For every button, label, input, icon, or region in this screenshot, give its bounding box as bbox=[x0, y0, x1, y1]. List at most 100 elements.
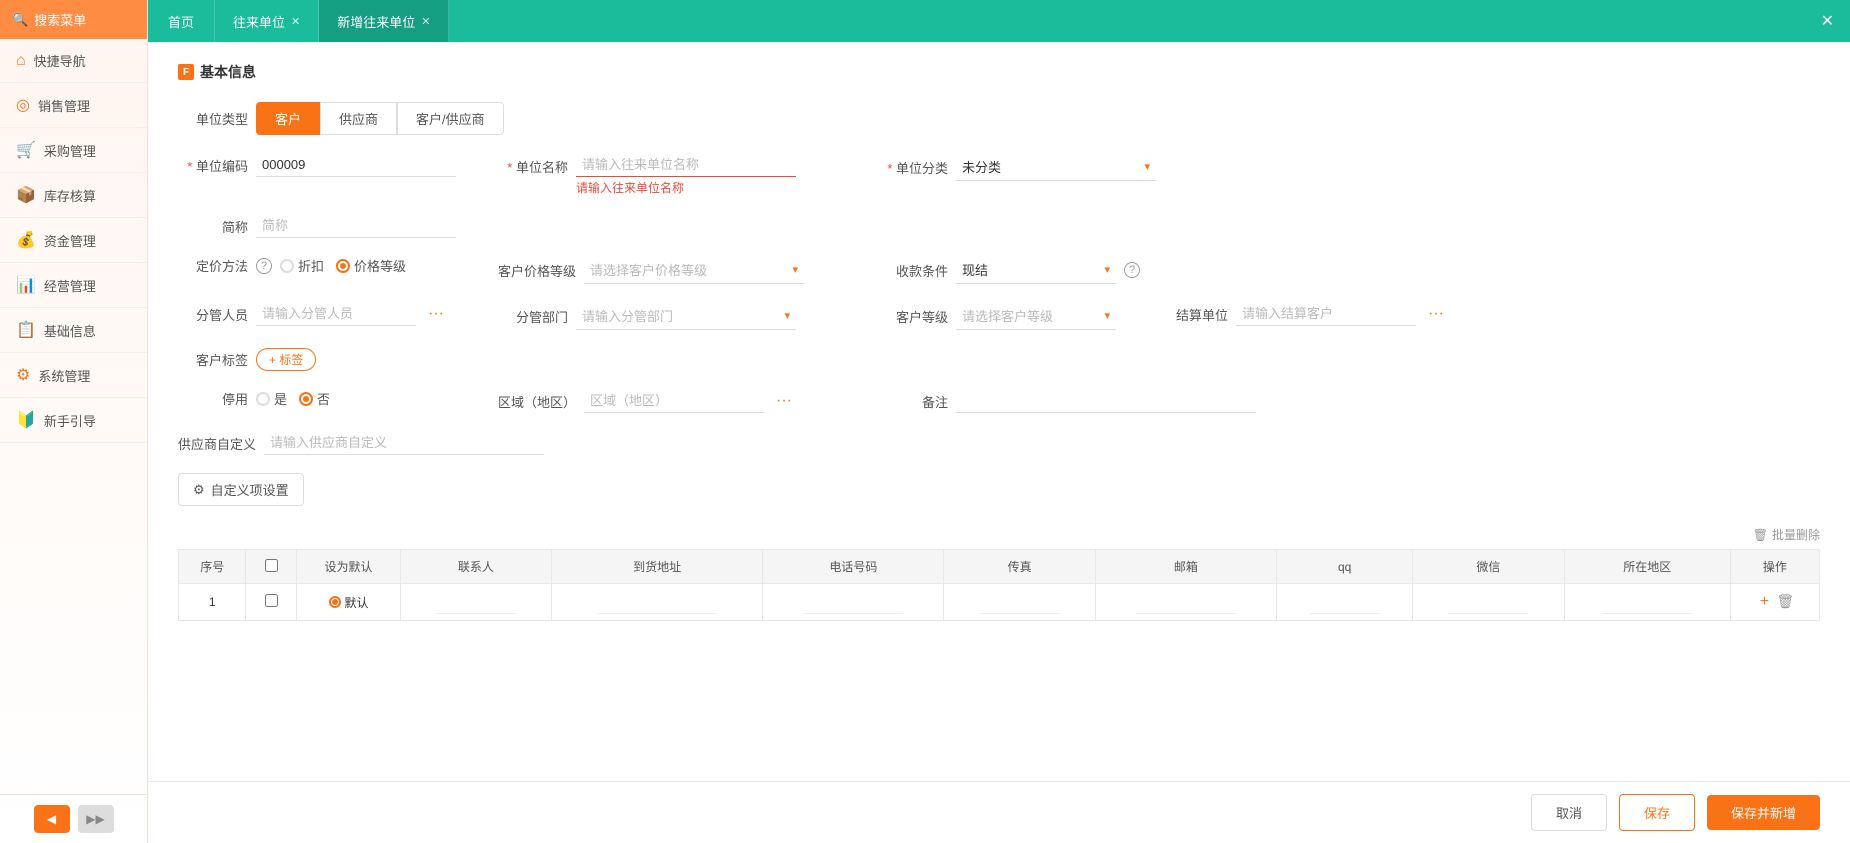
section-title: F 基本信息 bbox=[178, 62, 1820, 82]
row-delete-btn[interactable]: 🗑 bbox=[1776, 593, 1794, 609]
short-name-group: 简称 bbox=[178, 214, 498, 238]
email-input[interactable] bbox=[1136, 590, 1236, 614]
customer-price-label: 客户价格等级 bbox=[498, 261, 576, 280]
customer-tag-row: 客户标签 + 标签 bbox=[178, 348, 1820, 371]
customer-price-chevron: ▾ bbox=[792, 263, 798, 276]
add-tag-button[interactable]: + 标签 bbox=[256, 348, 316, 371]
col-contact: 联系人 bbox=[400, 550, 551, 584]
tab-home[interactable]: 首页 bbox=[148, 0, 215, 42]
unit-name-input[interactable] bbox=[576, 153, 796, 177]
sidebar-item-finance[interactable]: 💰 资金管理 bbox=[0, 218, 147, 263]
pricing-radio-level-label: 价格等级 bbox=[354, 256, 406, 275]
phone-input[interactable] bbox=[803, 590, 903, 614]
unit-type-row: 单位类型 客户 供应商 客户/供应商 bbox=[178, 102, 1820, 135]
unit-btn-customer[interactable]: 客户 bbox=[256, 102, 320, 135]
col-fax: 传真 bbox=[944, 550, 1095, 584]
sidebar-collapse-btn[interactable]: ◀ bbox=[34, 805, 70, 833]
settlement-label: 结算单位 bbox=[1158, 305, 1228, 324]
unit-code-input[interactable] bbox=[256, 153, 456, 177]
payment-terms-help-icon[interactable]: ? bbox=[1124, 262, 1140, 278]
disabled-yes-circle bbox=[256, 392, 270, 406]
save-button[interactable]: 保存 bbox=[1619, 794, 1695, 831]
sidebar-expand-btn[interactable]: ▶▶ bbox=[78, 805, 114, 833]
custom-settings-row: ⚙ 自定义项设置 bbox=[178, 473, 1820, 506]
supervisor-input[interactable] bbox=[256, 302, 416, 326]
wechat-input[interactable] bbox=[1448, 590, 1528, 614]
supervisor-more-btn[interactable]: ··· bbox=[424, 305, 448, 323]
unit-btn-supplier[interactable]: 供应商 bbox=[320, 102, 397, 135]
pricing-help-icon[interactable]: ? bbox=[256, 258, 272, 274]
pricing-row: 定价方法 ? 折扣 价格等级 客户价格等级 请选择客户价格等级 bbox=[178, 256, 1820, 284]
disabled-radio-group: 是 否 bbox=[256, 389, 330, 408]
disabled-no[interactable]: 否 bbox=[299, 389, 330, 408]
save-new-button[interactable]: 保存并新增 bbox=[1707, 795, 1820, 830]
batch-delete-label: 批量删除 bbox=[1772, 526, 1820, 543]
pricing-radio-level[interactable]: 价格等级 bbox=[336, 256, 406, 275]
sidebar-item-guide[interactable]: 🔰 新手引导 bbox=[0, 398, 147, 443]
sidebar-item-basic-info[interactable]: 📋 基础信息 bbox=[0, 308, 147, 353]
close-all-tabs-button[interactable]: ✕ bbox=[1805, 11, 1850, 31]
region-more-btn[interactable]: ··· bbox=[772, 392, 796, 410]
guide-icon: 🔰 bbox=[16, 410, 36, 430]
customer-level-select[interactable]: 请选择客户等级 ▾ bbox=[956, 302, 1116, 330]
purchase-icon: 🛒 bbox=[16, 140, 36, 160]
disabled-yes[interactable]: 是 bbox=[256, 389, 287, 408]
remarks-group: 备注 bbox=[878, 389, 1820, 413]
row-email bbox=[1095, 584, 1276, 621]
col-wechat: 微信 bbox=[1413, 550, 1564, 584]
code-name-category-row: 单位编码 单位名称 请输入往来单位名称 单位分类 未分类 ▾ bbox=[178, 153, 1820, 196]
batch-delete-button[interactable]: 🗑 批量删除 bbox=[1753, 526, 1820, 543]
disabled-no-circle bbox=[299, 392, 313, 406]
disabled-yes-label: 是 bbox=[274, 389, 287, 408]
tab-new-contact[interactable]: 新增往来单位 ✕ bbox=[319, 0, 449, 42]
custom-settings-button[interactable]: ⚙ 自定义项设置 bbox=[178, 473, 304, 506]
sidebar-item-system[interactable]: ⚙ 系统管理 bbox=[0, 353, 147, 398]
default-radio-circle[interactable] bbox=[329, 596, 341, 608]
sidebar-item-purchase[interactable]: 🛒 采购管理 bbox=[0, 128, 147, 173]
inventory-icon: 📦 bbox=[16, 185, 36, 205]
address-input[interactable] bbox=[597, 590, 717, 614]
table-header-row: 序号 设为默认 联系人 到货地址 电话号码 传真 邮箱 qq 微信 所在地区 操… bbox=[179, 550, 1820, 584]
short-name-input[interactable] bbox=[256, 214, 456, 238]
col-default: 设为默认 bbox=[297, 550, 400, 584]
unit-category-label: 单位分类 bbox=[878, 158, 948, 177]
unit-code-group: 单位编码 bbox=[178, 153, 498, 177]
unit-category-select[interactable]: 未分类 ▾ bbox=[956, 153, 1156, 181]
cancel-button[interactable]: 取消 bbox=[1531, 794, 1607, 831]
customer-price-select[interactable]: 请选择客户价格等级 ▾ bbox=[584, 256, 804, 284]
sidebar-item-operations[interactable]: 📊 经营管理 bbox=[0, 263, 147, 308]
qq-input[interactable] bbox=[1310, 590, 1380, 614]
tab-contacts-close[interactable]: ✕ bbox=[291, 15, 300, 28]
search-icon: 🔍 bbox=[12, 12, 28, 28]
payment-terms-select[interactable]: 现结 ▾ bbox=[956, 256, 1116, 284]
row-add-btn[interactable]: + bbox=[1760, 593, 1769, 610]
unit-code-label: 单位编码 bbox=[178, 156, 248, 175]
settlement-more-btn[interactable]: ··· bbox=[1424, 305, 1448, 323]
remarks-input[interactable] bbox=[956, 389, 1256, 413]
tab-new-contact-close[interactable]: ✕ bbox=[421, 15, 430, 28]
region-group: 区域（地区） ··· bbox=[498, 389, 878, 413]
unit-category-chevron: ▾ bbox=[1144, 160, 1150, 173]
unit-category-group: 单位分类 未分类 ▾ bbox=[878, 153, 1198, 181]
supplier-custom-input[interactable] bbox=[264, 431, 544, 455]
tab-contacts[interactable]: 往来单位 ✕ bbox=[215, 0, 319, 42]
sidebar-item-sales[interactable]: ◎ 销售管理 bbox=[0, 83, 147, 128]
unit-name-error-msg: 请输入往来单位名称 bbox=[576, 179, 796, 196]
customer-level-chevron: ▾ bbox=[1104, 309, 1110, 322]
row-checkbox-input[interactable] bbox=[265, 594, 278, 607]
region-input[interactable] bbox=[584, 389, 764, 413]
fax-input[interactable] bbox=[980, 590, 1060, 614]
area-input[interactable] bbox=[1602, 590, 1692, 614]
dept-select[interactable]: 请输入分管部门 ▾ bbox=[576, 302, 796, 330]
customer-price-placeholder: 请选择客户价格等级 bbox=[590, 260, 707, 279]
customer-price-group: 客户价格等级 请选择客户价格等级 ▾ bbox=[498, 256, 878, 284]
sidebar-item-quick-nav[interactable]: ⌂ 快捷导航 bbox=[0, 39, 147, 83]
pricing-radio-discount[interactable]: 折扣 bbox=[280, 256, 324, 275]
contact-input[interactable] bbox=[436, 590, 516, 614]
sidebar-item-inventory[interactable]: 📦 库存核算 bbox=[0, 173, 147, 218]
settlement-input[interactable] bbox=[1236, 302, 1416, 326]
select-all-checkbox[interactable] bbox=[265, 559, 278, 572]
unit-btn-both[interactable]: 客户/供应商 bbox=[397, 102, 504, 135]
search-menu-button[interactable]: 🔍 搜索菜单 bbox=[0, 0, 147, 39]
row-phone bbox=[763, 584, 944, 621]
